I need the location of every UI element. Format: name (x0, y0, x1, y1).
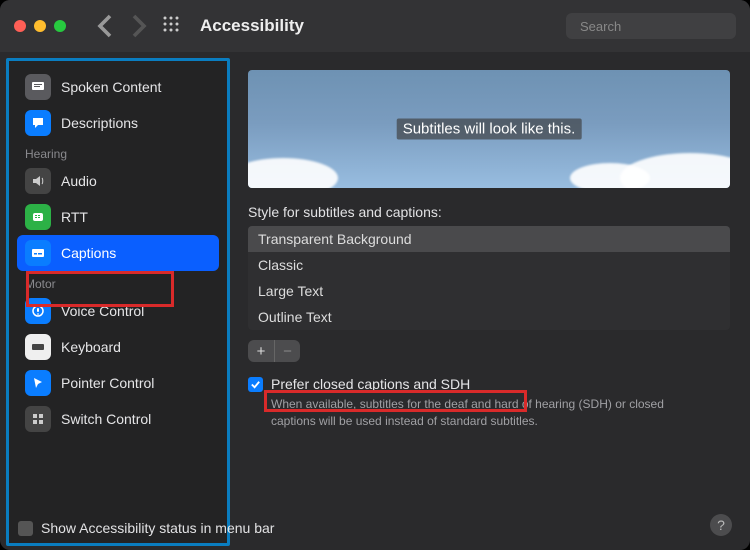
prefer-sdh-description: When available, subtitles for the deaf a… (271, 396, 671, 430)
style-label: Style for subtitles and captions: (248, 204, 730, 220)
sidebar-item-audio[interactable]: Audio (17, 163, 219, 199)
style-list[interactable]: Transparent Background Classic Large Tex… (248, 226, 730, 330)
zoom-window-button[interactable] (54, 20, 66, 32)
search-field[interactable] (566, 13, 736, 39)
prefer-sdh-label: Prefer closed captions and SDH (271, 376, 470, 392)
style-option-outline-text[interactable]: Outline Text (248, 304, 730, 330)
sidebar: Spoken Content Descriptions Hearing Audi… (6, 58, 230, 546)
sidebar-item-spoken-content[interactable]: Spoken Content (17, 69, 219, 105)
descriptions-icon (25, 110, 51, 136)
sidebar-item-descriptions[interactable]: Descriptions (17, 105, 219, 141)
keyboard-icon (25, 334, 51, 360)
spoken-content-icon (25, 74, 51, 100)
sidebar-item-label: Pointer Control (61, 375, 154, 391)
sidebar-item-voice-control[interactable]: Voice Control (17, 293, 219, 329)
show-all-icon[interactable] (162, 15, 180, 38)
help-button[interactable]: ? (710, 514, 732, 536)
sidebar-item-label: Switch Control (61, 411, 151, 427)
forward-button[interactable] (126, 14, 150, 38)
remove-style-button[interactable]: − (274, 340, 300, 362)
section-motor: Motor (17, 271, 219, 293)
content-pane: Subtitles will look like this. Style for… (230, 52, 750, 550)
show-status-label: Show Accessibility status in menu bar (41, 520, 274, 536)
sidebar-item-label: RTT (61, 209, 88, 225)
sidebar-item-label: Captions (61, 245, 116, 261)
sidebar-item-keyboard[interactable]: Keyboard (17, 329, 219, 365)
sidebar-item-rtt[interactable]: RTT (17, 199, 219, 235)
close-window-button[interactable] (14, 20, 26, 32)
add-style-button[interactable]: + (248, 340, 274, 362)
back-button[interactable] (94, 14, 118, 38)
sidebar-item-captions[interactable]: Captions (17, 235, 219, 271)
sidebar-item-label: Spoken Content (61, 79, 161, 95)
pointer-control-icon (25, 370, 51, 396)
checkmark-icon (250, 379, 261, 390)
style-option-large-text[interactable]: Large Text (248, 278, 730, 304)
window: Accessibility Spoken Content Description… (0, 0, 750, 550)
sidebar-item-switch-control[interactable]: Switch Control (17, 401, 219, 437)
style-option-classic[interactable]: Classic (248, 252, 730, 278)
minimize-window-button[interactable] (34, 20, 46, 32)
sidebar-item-label: Audio (61, 173, 97, 189)
chevron-right-icon (126, 14, 150, 38)
switch-control-icon (25, 406, 51, 432)
subtitle-preview: Subtitles will look like this. (248, 70, 730, 188)
preview-subtitle-text: Subtitles will look like this. (397, 119, 582, 140)
rtt-icon (25, 204, 51, 230)
voice-control-icon (25, 298, 51, 324)
sidebar-item-label: Descriptions (61, 115, 138, 131)
add-remove-style: + − (248, 340, 300, 362)
show-status-row: Show Accessibility status in menu bar (18, 520, 274, 536)
sidebar-item-pointer-control[interactable]: Pointer Control (17, 365, 219, 401)
prefer-sdh-row: Prefer closed captions and SDH (248, 376, 730, 392)
captions-icon (25, 240, 51, 266)
search-input[interactable] (580, 19, 750, 34)
sidebar-item-label: Keyboard (61, 339, 121, 355)
sidebar-item-label: Voice Control (61, 303, 144, 319)
show-status-checkbox[interactable] (18, 521, 33, 536)
prefer-sdh-checkbox[interactable] (248, 377, 263, 392)
chevron-left-icon (94, 14, 118, 38)
titlebar: Accessibility (0, 0, 750, 52)
window-title: Accessibility (200, 16, 304, 36)
window-controls (14, 20, 66, 32)
section-hearing: Hearing (17, 141, 219, 163)
audio-icon (25, 168, 51, 194)
style-option-transparent[interactable]: Transparent Background (248, 226, 730, 252)
